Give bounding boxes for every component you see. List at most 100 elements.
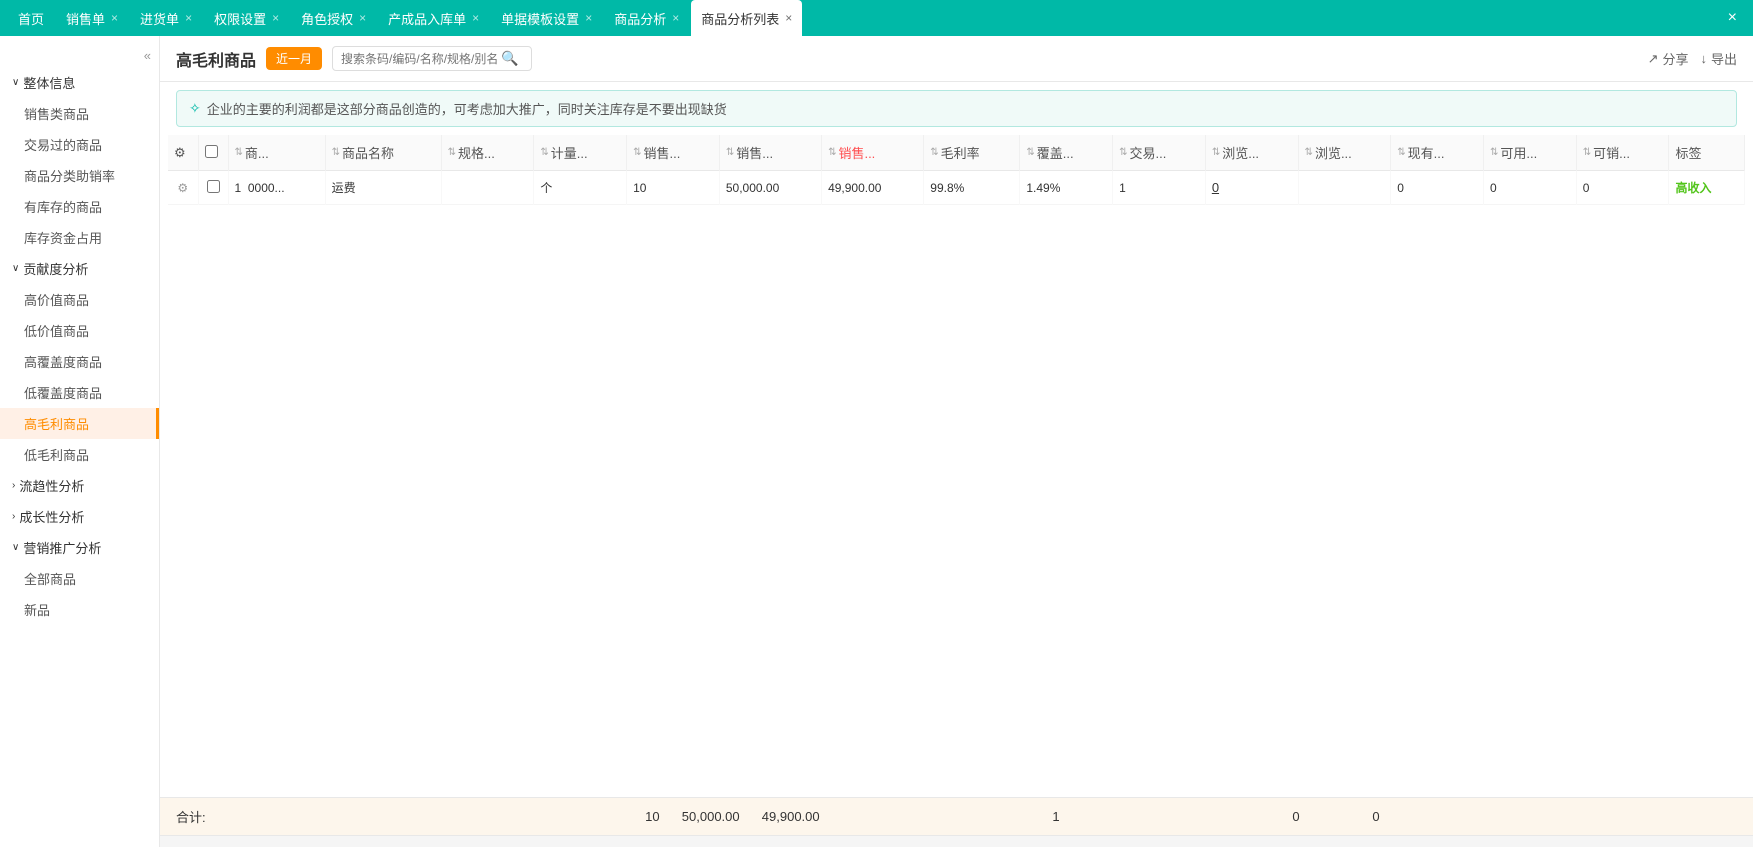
top-nav: 首页 销售单 × 进货单 × 权限设置 × 角色授权 × 产成品入库单 × 单据… bbox=[0, 0, 1753, 36]
sidebar-item-low-value[interactable]: 低价值商品 bbox=[0, 315, 159, 346]
nav-sales[interactable]: 销售单 × bbox=[56, 0, 128, 36]
date-filter-button[interactable]: 近一月 bbox=[266, 47, 322, 70]
row-browse1[interactable]: 0 bbox=[1205, 171, 1298, 205]
sidebar-item-new-goods[interactable]: 新品 bbox=[0, 594, 159, 625]
info-banner: ✧ 企业的主要的利润都是这部分商品创造的，可考虑加大推广，同时关注库存是不要出现… bbox=[176, 90, 1737, 127]
table-container[interactable]: ⚙ ⇅ 商... ⇅ bbox=[160, 135, 1753, 797]
footer-summary: 合计: 10 50,000.00 49,900.00 1 0 0 bbox=[160, 797, 1753, 835]
row-checkbox-cell[interactable] bbox=[198, 171, 228, 205]
col-current-stock[interactable]: ⇅ 现有... bbox=[1391, 135, 1484, 171]
close-icon[interactable]: × bbox=[785, 11, 792, 25]
sidebar-section-contribution[interactable]: ∨ 贡献度分析 bbox=[0, 253, 159, 284]
sort-icon: ⇅ bbox=[332, 147, 340, 158]
sidebar-item-sales-goods[interactable]: 销售类商品 bbox=[0, 98, 159, 129]
footer-sales-qty: 10 bbox=[586, 809, 666, 824]
nav-analysis-list[interactable]: 商品分析列表 × bbox=[691, 0, 802, 36]
row-unit: 个 bbox=[534, 171, 627, 205]
sidebar-item-category-rate[interactable]: 商品分类助销率 bbox=[0, 160, 159, 191]
arrow-right-icon: › bbox=[12, 480, 15, 491]
sort-icon: ⇅ bbox=[828, 147, 836, 158]
close-icon[interactable]: × bbox=[672, 11, 679, 25]
sidebar-item-all-goods[interactable]: 全部商品 bbox=[0, 563, 159, 594]
row-checkbox[interactable] bbox=[207, 180, 220, 193]
nav-role[interactable]: 角色授权 × bbox=[291, 0, 376, 36]
close-icon[interactable]: × bbox=[185, 11, 192, 25]
footer-available-stock: 0 bbox=[1306, 809, 1386, 824]
col-sellable-stock[interactable]: ⇅ 可销... bbox=[1576, 135, 1669, 171]
col-browse1[interactable]: ⇅ 浏览... bbox=[1205, 135, 1298, 171]
select-all-checkbox[interactable] bbox=[205, 145, 218, 158]
sort-icon: ⇅ bbox=[1212, 147, 1220, 158]
col-unit[interactable]: ⇅ 计量... bbox=[534, 135, 627, 171]
col-sales-amount[interactable]: ⇅ 销售... bbox=[719, 135, 821, 171]
footer-browse2 bbox=[1146, 809, 1226, 824]
sidebar-section-marketing[interactable]: ∨ 营销推广分析 bbox=[0, 532, 159, 563]
close-icon[interactable]: × bbox=[359, 11, 366, 25]
col-gross-margin[interactable]: ⇅ 毛利率 bbox=[924, 135, 1020, 171]
col-coverage[interactable]: ⇅ 覆盖... bbox=[1020, 135, 1113, 171]
col-sales-qty[interactable]: ⇅ 销售... bbox=[627, 135, 720, 171]
sidebar-item-high-coverage[interactable]: 高覆盖度商品 bbox=[0, 346, 159, 377]
nav-inbound[interactable]: 产成品入库单 × bbox=[378, 0, 489, 36]
sidebar-collapse-button[interactable]: « bbox=[0, 44, 159, 67]
horizontal-scrollbar[interactable] bbox=[160, 835, 1753, 847]
sidebar-item-stock-capital[interactable]: 库存资金占用 bbox=[0, 222, 159, 253]
header-actions: ↗ 分享 ↓ 导出 bbox=[1648, 49, 1737, 68]
footer-sales-cost: 49,900.00 bbox=[746, 809, 826, 824]
nav-home[interactable]: 首页 bbox=[8, 0, 54, 36]
sidebar-item-stocked-goods[interactable]: 有库存的商品 bbox=[0, 191, 159, 222]
arrow-down-icon: ∨ bbox=[12, 542, 19, 553]
footer-browse1 bbox=[1066, 809, 1146, 824]
sidebar-section-overall[interactable]: ∨ 整体信息 bbox=[0, 67, 159, 98]
nav-purchase[interactable]: 进货单 × bbox=[130, 0, 202, 36]
row-sales-cost: 49,900.00 bbox=[822, 171, 924, 205]
row-sellable-stock: 0 bbox=[1576, 171, 1669, 205]
page-title: 高毛利商品 bbox=[176, 47, 256, 71]
col-available-stock[interactable]: ⇅ 可用... bbox=[1484, 135, 1577, 171]
col-settings[interactable]: ⚙ bbox=[168, 135, 198, 171]
footer-gross-margin bbox=[826, 809, 906, 824]
sort-icon: ⇅ bbox=[1397, 147, 1405, 158]
table-header-row: ⚙ ⇅ 商... ⇅ bbox=[168, 135, 1745, 171]
search-icon[interactable]: 🔍 bbox=[501, 50, 518, 67]
footer-sales-amount: 50,000.00 bbox=[666, 809, 746, 824]
nav-template[interactable]: 单据模板设置 × bbox=[491, 0, 602, 36]
sidebar-section-growth[interactable]: › 成长性分析 bbox=[0, 501, 159, 532]
share-button[interactable]: ↗ 分享 bbox=[1648, 49, 1689, 68]
window-close-icon[interactable]: × bbox=[1720, 9, 1745, 27]
col-browse2[interactable]: ⇅ 浏览... bbox=[1298, 135, 1391, 171]
nav-analysis[interactable]: 商品分析 × bbox=[604, 0, 689, 36]
row-sales-amount: 50,000.00 bbox=[719, 171, 821, 205]
sort-icon: ⇅ bbox=[1305, 147, 1313, 158]
export-button[interactable]: ↓ 导出 bbox=[1700, 49, 1737, 68]
search-input[interactable] bbox=[341, 52, 501, 66]
col-trade[interactable]: ⇅ 交易... bbox=[1113, 135, 1206, 171]
close-icon[interactable]: × bbox=[585, 11, 592, 25]
col-checkbox[interactable] bbox=[198, 135, 228, 171]
sidebar-item-high-margin[interactable]: 高毛利商品 bbox=[0, 408, 159, 439]
sidebar-item-traded-goods[interactable]: 交易过的商品 bbox=[0, 129, 159, 160]
sidebar-item-high-value[interactable]: 高价值商品 bbox=[0, 284, 159, 315]
row-available-stock: 0 bbox=[1484, 171, 1577, 205]
col-spec[interactable]: ⇅ 规格... bbox=[441, 135, 534, 171]
close-icon[interactable]: × bbox=[272, 11, 279, 25]
col-tag[interactable]: 标签 bbox=[1669, 135, 1745, 171]
sort-icon: ⇅ bbox=[1490, 147, 1498, 158]
row-settings[interactable]: ⚙ bbox=[168, 171, 198, 205]
row-trade: 1 bbox=[1113, 171, 1206, 205]
footer-current-stock: 0 bbox=[1226, 809, 1306, 824]
sidebar-section-trend[interactable]: › 流趋性分析 bbox=[0, 470, 159, 501]
info-icon: ✧ bbox=[189, 100, 201, 117]
sidebar-item-low-margin[interactable]: 低毛利商品 bbox=[0, 439, 159, 470]
arrow-down-icon: ∨ bbox=[12, 77, 19, 88]
sort-icon: ⇅ bbox=[540, 147, 548, 158]
sort-icon: ⇅ bbox=[235, 147, 243, 158]
row-spec bbox=[441, 171, 534, 205]
close-icon[interactable]: × bbox=[111, 11, 118, 25]
sidebar-item-low-coverage[interactable]: 低覆盖度商品 bbox=[0, 377, 159, 408]
col-sales-cost[interactable]: ⇅ 销售... bbox=[822, 135, 924, 171]
col-name[interactable]: ⇅ 商品名称 bbox=[325, 135, 441, 171]
close-icon[interactable]: × bbox=[472, 11, 479, 25]
col-code[interactable]: ⇅ 商... bbox=[228, 135, 325, 171]
nav-permission[interactable]: 权限设置 × bbox=[204, 0, 289, 36]
